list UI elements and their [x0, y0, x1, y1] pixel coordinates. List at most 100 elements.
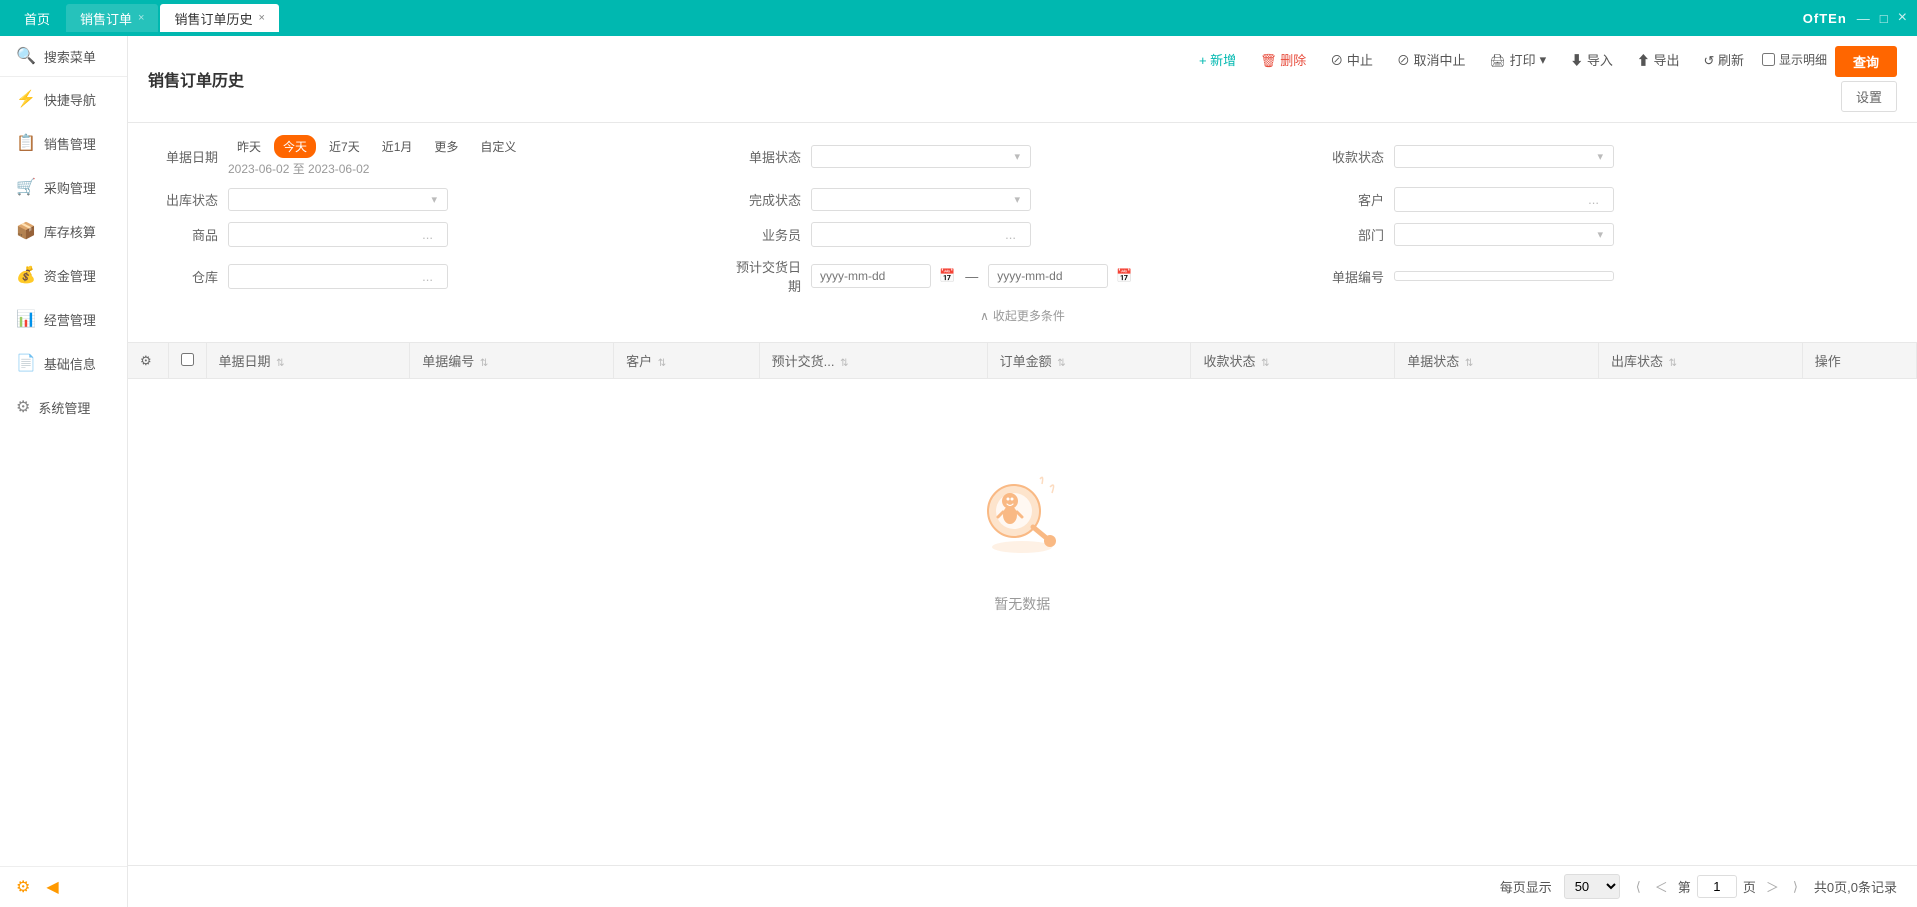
tab-sales-order[interactable]: 销售订单 ×: [66, 4, 158, 32]
filter-row-4: 仓库 ... 预计交货日期 📅 — 📅: [148, 257, 1897, 295]
warehouse-ellipsis[interactable]: ...: [416, 269, 439, 284]
sidebar-item-inventory[interactable]: 📦 库存核算: [0, 209, 127, 253]
th-delivery-date-label: 预计交货...: [772, 354, 835, 369]
collapse-icon: ∧: [980, 309, 989, 323]
sidebar-item-system-mgmt[interactable]: ⚙ 系统管理: [0, 385, 127, 429]
top-bar: 首页 销售订单 × 销售订单历史 × OfTEn — □ ×: [0, 0, 1917, 36]
date-pill-yesterday[interactable]: 昨天: [228, 135, 270, 158]
sidebar-item-operation-mgmt-label: 经营管理: [44, 310, 96, 329]
import-button[interactable]: ⬇ 导入: [1564, 46, 1619, 73]
calendar-from-icon[interactable]: 📅: [939, 268, 955, 284]
payment-status-label: 收款状态: [1314, 147, 1394, 166]
page-next-btn[interactable]: ＞: [1762, 875, 1783, 898]
date-pill-last7[interactable]: 近7天: [320, 135, 369, 158]
stop-button[interactable]: ⊘ 中止: [1324, 46, 1379, 73]
window-minimize[interactable]: —: [1857, 11, 1870, 26]
delete-button[interactable]: 🗑 删除: [1254, 46, 1312, 73]
sidebar-settings-icon[interactable]: ⚙: [16, 877, 30, 897]
filter-bill-status-section: 单据状态 ▾: [731, 145, 1314, 168]
goods-input[interactable]: ...: [228, 222, 448, 247]
empty-illustration: [972, 459, 1072, 559]
th-bill-status[interactable]: 单据状态 ⇅: [1395, 343, 1599, 379]
tab-home[interactable]: 首页: [10, 4, 64, 32]
sidebar-item-base-info[interactable]: 📄 基础信息: [0, 341, 127, 385]
date-pill-today[interactable]: 今天: [274, 135, 316, 158]
select-all-checkbox[interactable]: [181, 353, 194, 366]
sidebar-item-purchase-mgmt[interactable]: 🛒 采购管理: [0, 165, 127, 209]
refresh-button[interactable]: ↺ 刷新: [1697, 46, 1750, 73]
th-gear[interactable]: ⚙: [128, 343, 168, 379]
delivery-date-range: 📅 — 📅: [811, 264, 1132, 288]
sidebar-item-sales-mgmt[interactable]: 📋 销售管理: [0, 121, 127, 165]
th-customer[interactable]: 客户 ⇅: [614, 343, 760, 379]
goods-ellipsis[interactable]: ...: [416, 227, 439, 242]
new-button[interactable]: + 新增: [1193, 46, 1242, 73]
customer-ellipsis[interactable]: ...: [1582, 192, 1605, 207]
window-close[interactable]: ×: [1898, 9, 1907, 27]
page-first-btn[interactable]: ⟨: [1632, 877, 1645, 897]
salesperson-input[interactable]: ...: [811, 222, 1031, 247]
sidebar-item-operation-mgmt[interactable]: 📊 经营管理: [0, 297, 127, 341]
sidebar-collapse-icon[interactable]: ◀: [46, 877, 58, 897]
query-button[interactable]: 查询: [1835, 46, 1897, 77]
calendar-to-icon[interactable]: 📅: [1116, 268, 1132, 284]
page-label: 第: [1678, 877, 1691, 896]
complete-status-select[interactable]: ▾: [811, 188, 1031, 211]
empty-icon: [972, 459, 1072, 578]
th-check[interactable]: [168, 343, 206, 379]
page-navigation: ⟨ ＜ 第 页 ＞ ⟩: [1632, 875, 1802, 898]
sidebar-item-capital-mgmt[interactable]: 💰 资金管理: [0, 253, 127, 297]
th-customer-label: 客户: [626, 354, 652, 369]
date-label: 单据日期: [148, 147, 228, 166]
page-input[interactable]: [1697, 875, 1737, 898]
th-number[interactable]: 单据编号 ⇅: [410, 343, 614, 379]
delivery-status-select[interactable]: ▾: [228, 188, 448, 211]
sidebar-item-purchase-mgmt-label: 采购管理: [44, 178, 96, 197]
sidebar-item-quick-nav[interactable]: ⚡ 快捷导航: [0, 77, 127, 121]
page-last-btn[interactable]: ⟩: [1789, 877, 1802, 897]
date-pill-last1m[interactable]: 近1月: [373, 135, 422, 158]
th-date[interactable]: 单据日期 ⇅: [206, 343, 410, 379]
th-delivery-status[interactable]: 出库状态 ⇅: [1599, 343, 1803, 379]
main-layout: 🔍 搜索菜单 ⚡ 快捷导航 📋 销售管理 🛒 采购管理 📦 库存核算 💰 资金管…: [0, 36, 1917, 907]
page-prev-btn[interactable]: ＜: [1651, 875, 1672, 898]
settings-button[interactable]: 设置: [1841, 81, 1897, 112]
filter-salesperson-section: 业务员 ...: [731, 222, 1314, 247]
window-maximize[interactable]: □: [1880, 11, 1888, 26]
base-info-icon: 📄: [16, 353, 36, 373]
display-detail-checkbox[interactable]: [1762, 53, 1775, 66]
bill-number-input[interactable]: [1394, 271, 1614, 281]
print-button[interactable]: 🖨 打印 ▾: [1484, 46, 1553, 73]
empty-state-row: 暂无数据: [128, 379, 1917, 695]
date-pill-more[interactable]: 更多: [425, 135, 467, 158]
warehouse-input[interactable]: ...: [228, 264, 448, 289]
capital-mgmt-icon: 💰: [16, 265, 36, 285]
tab-sales-order-close[interactable]: ×: [138, 12, 144, 24]
date-pill-custom[interactable]: 自定义: [471, 135, 525, 158]
th-bill-status-label: 单据状态: [1407, 354, 1459, 369]
th-amount[interactable]: 订单金额 ⇅: [987, 343, 1191, 379]
th-delivery-date[interactable]: 预计交货... ⇅: [759, 343, 987, 379]
collapse-bar[interactable]: ∧ 收起更多条件: [148, 301, 1897, 330]
sidebar-search-label: 搜索菜单: [44, 47, 96, 66]
department-select[interactable]: ▾: [1394, 223, 1614, 246]
sort-delivery-date-icon: ⇅: [840, 358, 848, 369]
per-page-select[interactable]: 50 10 20 100: [1564, 874, 1620, 899]
display-detail-check[interactable]: 显示明细: [1762, 51, 1827, 68]
delivery-date-to[interactable]: [988, 264, 1108, 288]
delivery-date-from[interactable]: [811, 264, 931, 288]
th-date-label: 单据日期: [219, 354, 271, 369]
cancel-stop-button[interactable]: ⊘ 取消中止: [1391, 46, 1472, 73]
salesperson-label: 业务员: [731, 225, 811, 244]
payment-status-select[interactable]: ▾: [1394, 145, 1614, 168]
sidebar-search[interactable]: 🔍 搜索菜单: [0, 36, 127, 77]
toolbar: + 新增 🗑 删除 ⊘ 中止 ⊘ 取消中止 🖨 打印 ▾ ⬇ 导入 ⬆ 导出 ↺…: [1193, 46, 1827, 73]
department-label: 部门: [1314, 225, 1394, 244]
export-button[interactable]: ⬆ 导出: [1631, 46, 1686, 73]
customer-input[interactable]: ...: [1394, 187, 1614, 212]
tab-sales-order-history[interactable]: 销售订单历史 ×: [160, 4, 278, 32]
bill-status-select[interactable]: ▾: [811, 145, 1031, 168]
salesperson-ellipsis[interactable]: ...: [999, 227, 1022, 242]
th-payment-status[interactable]: 收款状态 ⇅: [1191, 343, 1395, 379]
tab-sales-order-history-close[interactable]: ×: [258, 12, 264, 24]
